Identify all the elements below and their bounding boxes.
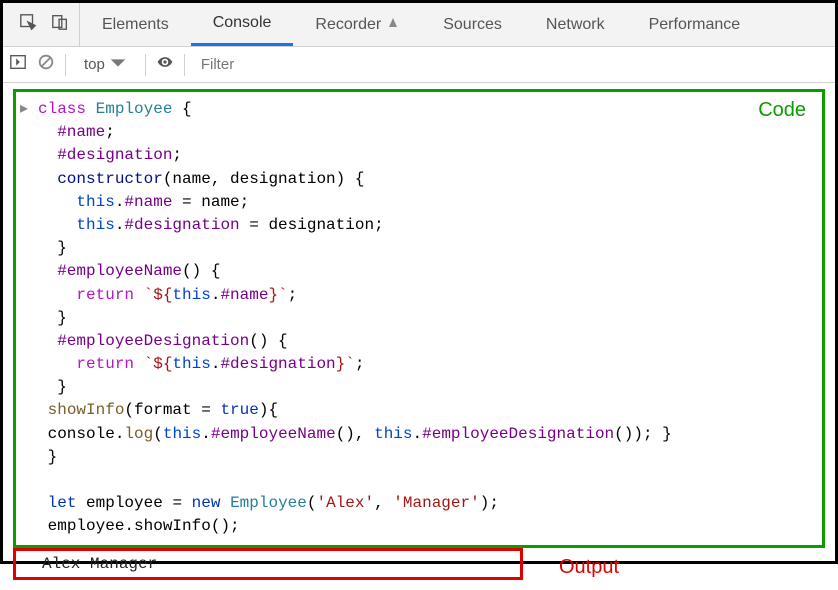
code-line: #employeeDesignation() { xyxy=(38,330,288,353)
chevron-down-icon xyxy=(109,54,127,76)
code-line xyxy=(38,469,48,492)
code-annotation: Code xyxy=(758,96,806,125)
devtools-tabs: Elements Console Recorder Sources Networ… xyxy=(3,3,835,47)
device-toggle-icon[interactable] xyxy=(51,13,69,36)
separator xyxy=(65,54,66,76)
tab-recorder[interactable]: Recorder xyxy=(293,3,421,46)
separator xyxy=(145,54,146,76)
clear-console-icon[interactable] xyxy=(37,53,55,76)
code-line: } xyxy=(38,307,67,330)
tab-performance[interactable]: Performance xyxy=(627,3,763,46)
code-line: #designation; xyxy=(38,144,182,167)
code-line: employee.showInfo(); xyxy=(38,515,240,538)
code-line: showInfo(format = true){ xyxy=(38,399,278,422)
code-line: return `${this.#name}`; xyxy=(38,284,297,307)
code-line: } xyxy=(38,376,67,399)
filter-input[interactable] xyxy=(195,52,829,77)
code-line: this.#designation = designation; xyxy=(38,214,384,237)
output-annotation: Output xyxy=(559,556,619,579)
code-line: #employeeName() { xyxy=(38,260,220,283)
code-line: } xyxy=(38,237,67,260)
separator xyxy=(184,54,185,76)
console-body: Code ▸class Employee { #name; #designati… xyxy=(3,83,835,590)
eye-icon[interactable] xyxy=(156,53,174,76)
code-line: return `${this.#designation}`; xyxy=(38,353,364,376)
console-toolbar: top xyxy=(3,47,835,83)
tab-network[interactable]: Network xyxy=(524,3,627,46)
code-line: constructor(name, designation) { xyxy=(38,168,364,191)
code-block: Code ▸class Employee { #name; #designati… xyxy=(13,89,825,548)
tab-elements[interactable]: Elements xyxy=(80,3,191,46)
code-line: console.log(this.#employeeName(), this.#… xyxy=(38,423,672,446)
code-line: let employee = new Employee('Alex', 'Man… xyxy=(38,492,499,515)
inspect-controls xyxy=(9,3,80,46)
code-line: class Employee { xyxy=(38,98,192,121)
preview-icon xyxy=(387,16,399,34)
code-line: this.#name = name; xyxy=(38,191,249,214)
context-select[interactable]: top xyxy=(76,52,135,78)
tab-sources[interactable]: Sources xyxy=(421,3,524,46)
code-line: #name; xyxy=(38,121,115,144)
expand-caret-icon[interactable]: ▸ xyxy=(20,98,38,121)
toggle-sidebar-icon[interactable] xyxy=(9,53,27,76)
code-line: } xyxy=(38,446,57,469)
tab-console[interactable]: Console xyxy=(191,3,294,46)
inspect-element-icon[interactable] xyxy=(19,13,37,36)
